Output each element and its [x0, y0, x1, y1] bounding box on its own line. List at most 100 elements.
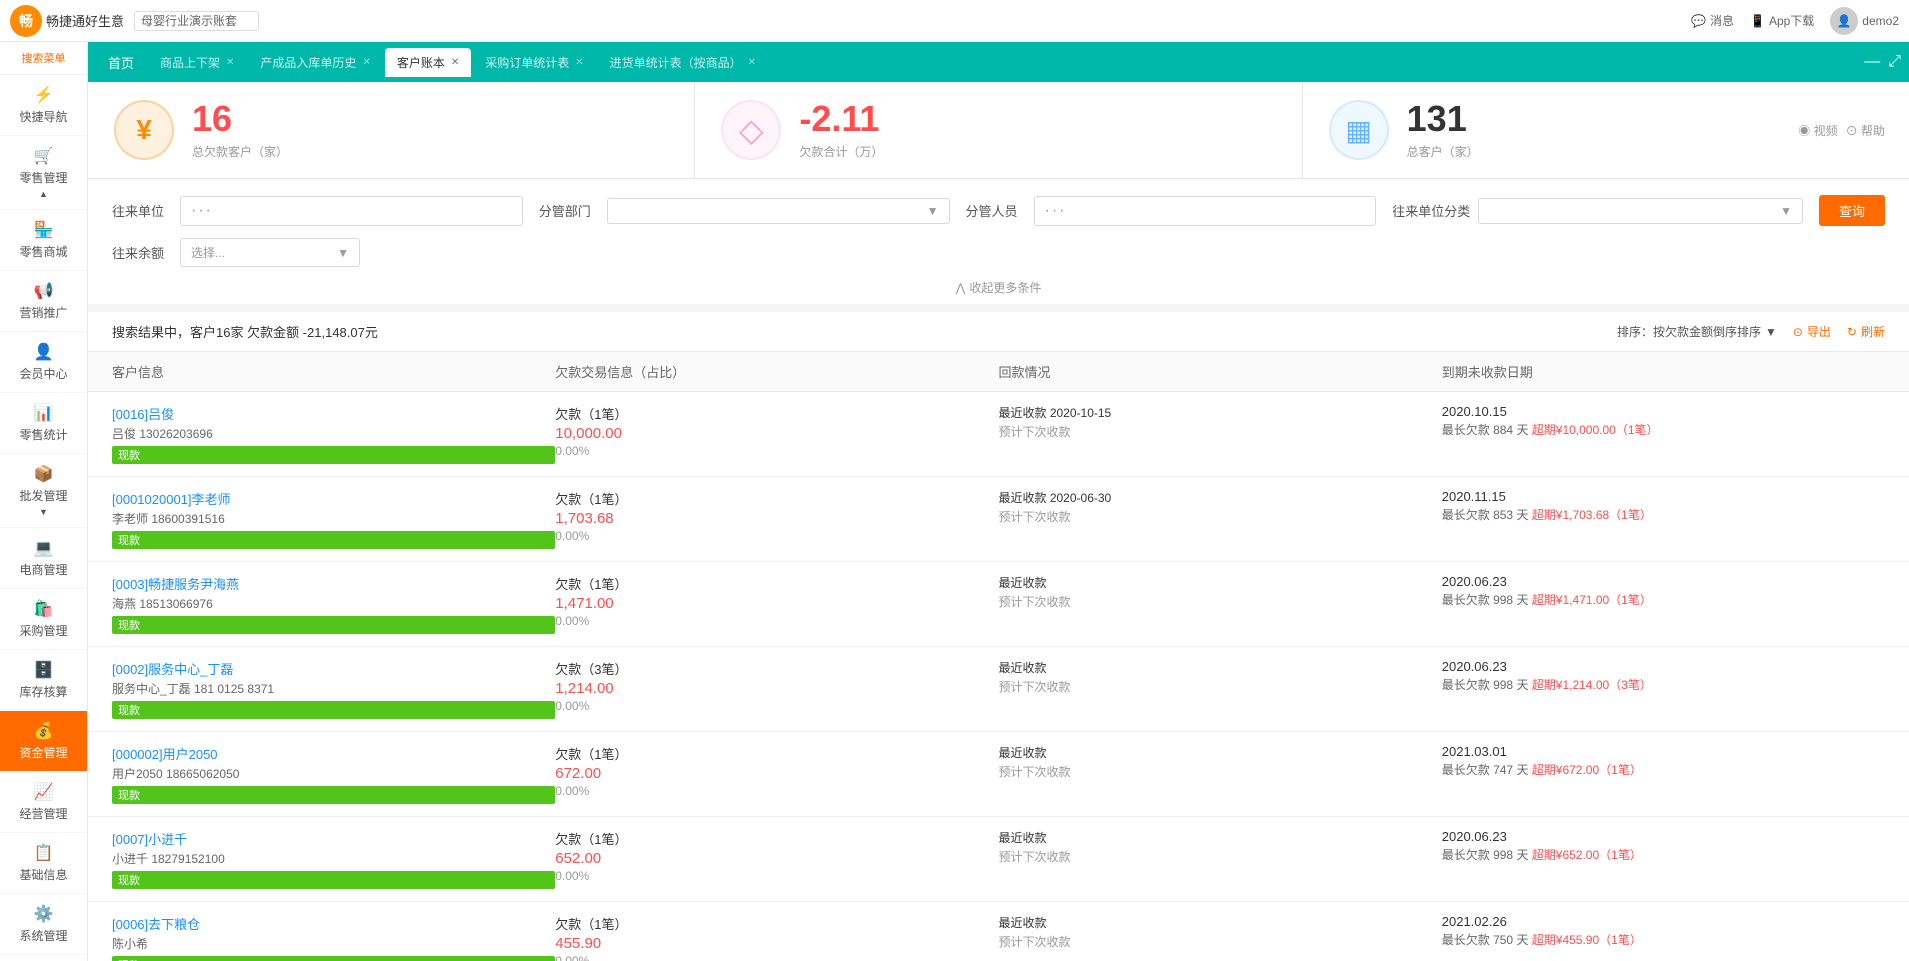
message-icon: 💬 [1691, 14, 1706, 28]
overdue-link[interactable]: 超期¥1,471.00（1笔） [1532, 593, 1652, 607]
close-icon[interactable]: ✕ [748, 57, 756, 68]
result-summary: 搜索结果中，客户16家 欠款金额 -21,148.07元 [112, 322, 378, 341]
overdue-link[interactable]: 超期¥672.00（1笔） [1532, 763, 1642, 777]
tab-purchase-order[interactable]: 采购订单统计表 ✕ [473, 48, 595, 77]
balance-select[interactable]: 选择... ▼ [180, 238, 360, 267]
app-download-button[interactable]: 📱 App下载 [1750, 12, 1814, 29]
sort-button[interactable]: 排序：按欠款金额倒序排序 ▼ [1617, 323, 1777, 340]
total-customers-icon: ▦ [1329, 100, 1389, 160]
purchase-mgmt-icon: 🛍️ [34, 599, 54, 619]
last-payment: 最近收款 [999, 914, 1442, 931]
client-tag: 现款 [112, 786, 555, 804]
tab-product-history[interactable]: 产成品入库单历史 ✕ [248, 48, 382, 77]
branch-select[interactable]: ▼ [607, 198, 950, 224]
sidebar-item-ecom-mgmt[interactable]: 💻 电商管理 [0, 528, 87, 589]
due-info: 2020.10.15 最长欠款 884 天 超期¥10,000.00（1笔） [1442, 404, 1885, 438]
tab-product-shelf[interactable]: 商品上下架 ✕ [148, 48, 246, 77]
client-name-link[interactable]: [0003]畅捷服务尹海燕 [112, 574, 555, 593]
source-unit-input[interactable]: ··· [180, 196, 523, 226]
sidebar-item-sys-mgmt[interactable]: ⚙️ 系统管理 [0, 894, 87, 955]
overdue-link[interactable]: 超期¥10,000.00（1笔） [1532, 423, 1659, 437]
sidebar-item-finance-mgmt[interactable]: 💰 资金管理 [0, 711, 87, 772]
search-row-1: 往来单位 ··· 分管部门 ▼ [112, 195, 1885, 226]
expand-icon[interactable]: ⤢ [1888, 53, 1901, 71]
client-phone: 陈小希 [112, 935, 555, 952]
client-name-link[interactable]: [0016]吕俊 [112, 404, 555, 423]
video-button[interactable]: ◉ 视频 [1798, 122, 1837, 139]
biz-mgmt-icon: 📈 [34, 782, 54, 802]
tab-home[interactable]: 首页 [96, 47, 146, 78]
close-icon[interactable]: ✕ [575, 57, 583, 68]
stat-value-area-3: 131 总客户（家） [1407, 101, 1479, 160]
last-payment: 最近收款 [999, 574, 1442, 591]
overdue-link[interactable]: 超期¥455.90（1笔） [1532, 933, 1642, 947]
sidebar-search[interactable]: 搜索菜单 [0, 42, 87, 75]
sidebar-item-biz-mgmt[interactable]: 📈 经营管理 [0, 772, 87, 833]
help-button[interactable]: ⊙ 帮助 [1846, 122, 1885, 139]
user-avatar-area[interactable]: 👤 demo2 [1830, 7, 1899, 35]
client-name-link[interactable]: [0001020001]李老师 [112, 489, 555, 508]
collapse-button[interactable]: ⋀ 收起更多条件 [956, 279, 1042, 296]
table-row: [0002]服务中心_丁磊 服务中心_丁磊 181 0125 8371 现款 欠… [88, 647, 1909, 732]
sidebar-item-marketing[interactable]: 📢 营销推广 [0, 271, 87, 332]
overdue-link[interactable]: 超期¥1,703.68（1笔） [1532, 508, 1652, 522]
debt-count: 欠款（1笔） [555, 829, 998, 848]
due-info: 2020.06.23 最长欠款 998 天 超期¥652.00（1笔） [1442, 829, 1885, 863]
top-bar-right: 💬 消息 📱 App下载 👤 demo2 [1691, 7, 1899, 35]
sidebar-item-member[interactable]: 👤 会员中心 [0, 332, 87, 393]
search-field-manager: 分管人员 ··· [966, 196, 1377, 226]
stat-icon-area-3: ▦ [1327, 98, 1391, 162]
debt-percent: 0.00% [555, 614, 998, 628]
stat-card-overdue-amount: ◇ -2.11 欠款合计（万） [695, 82, 1302, 178]
sidebar-item-purchase-mgmt[interactable]: 🛍️ 采购管理 [0, 589, 87, 650]
overdue-amount-value: -2.11 [799, 101, 883, 137]
sidebar-item-batch-mgmt[interactable]: 📦 批发管理 ▼ [0, 454, 87, 528]
client-name-link[interactable]: [0007]小进千 [112, 829, 555, 848]
close-icon[interactable]: ✕ [451, 57, 459, 68]
client-name-link[interactable]: [000002]用户2050 [112, 744, 555, 763]
company-select[interactable]: 母婴行业演示账套 [134, 11, 259, 31]
sidebar-item-basic-info[interactable]: 📋 基础信息 [0, 833, 87, 894]
result-bar: 搜索结果中，客户16家 欠款金额 -21,148.07元 排序：按欠款金额倒序排… [88, 312, 1909, 352]
tab-customer-account[interactable]: 客户账本 ✕ [385, 48, 471, 77]
minus-icon[interactable]: — [1864, 53, 1880, 71]
sidebar-item-retail-stat[interactable]: 📊 零售统计 [0, 393, 87, 454]
client-tag: 现款 [112, 956, 555, 961]
due-info: 2020.06.23 最长欠款 998 天 超期¥1,471.00（1笔） [1442, 574, 1885, 608]
debt-count: 欠款（1笔） [555, 744, 998, 763]
search-field-unit-category: 往来单位分类 ▼ [1392, 198, 1803, 224]
client-name-link[interactable]: [0006]去下粮仓 [112, 914, 555, 933]
debt-info: 欠款（1笔） 455.90 0.00% [555, 914, 998, 961]
sidebar-item-retail-mgmt[interactable]: 🛒 零售管理 ▲ [0, 136, 87, 210]
client-info: [0016]吕俊 吕俊 13026203696 现款 [112, 404, 555, 464]
unit-category-select[interactable]: ▼ [1478, 198, 1803, 224]
refresh-button[interactable]: ↻ 刷新 [1847, 323, 1885, 340]
chevron-down-icon-sort: ▼ [1765, 325, 1777, 339]
tab-purchase-stat[interactable]: 进货单统计表（按商品） ✕ [598, 48, 768, 77]
table-row: [0007]小进千 小进千 18279152100 现款 欠款（1笔） 652.… [88, 817, 1909, 902]
recovery-info: 最近收款 预计下次收款 [999, 914, 1442, 950]
next-payment: 预计下次收款 [999, 848, 1442, 865]
sidebar-item-inventory[interactable]: 🗄️ 库存核算 [0, 650, 87, 711]
message-button[interactable]: 💬 消息 [1691, 12, 1734, 29]
overdue-customers-icon: ¥ [114, 100, 174, 160]
debt-info: 欠款（1笔） 652.00 0.00% [555, 829, 998, 883]
sidebar-item-corp-coop[interactable]: 🤝 企业协同 [0, 955, 87, 961]
client-tag: 现款 [112, 701, 555, 719]
logo-text: 畅捷通好生意 [46, 11, 124, 30]
overdue-link[interactable]: 超期¥1,214.00（3笔） [1532, 678, 1652, 692]
sidebar-item-retail-mall[interactable]: 🏪 零售商城 [0, 210, 87, 271]
export-button[interactable]: ⊙ 导出 [1793, 323, 1831, 340]
app-wrapper: 畅 畅捷通好生意 母婴行业演示账套 💬 消息 📱 App下载 👤 demo2 [0, 0, 1909, 961]
close-icon[interactable]: ✕ [226, 57, 234, 68]
client-name-link[interactable]: [0002]服务中心_丁磊 [112, 659, 555, 678]
client-phone: 吕俊 13026203696 [112, 425, 555, 442]
search-button[interactable]: 查询 [1819, 195, 1885, 226]
client-info: [000002]用户2050 用户2050 18665062050 现款 [112, 744, 555, 804]
manager-input[interactable]: ··· [1034, 196, 1377, 226]
client-info: [0006]去下粮仓 陈小希 现款 [112, 914, 555, 961]
close-icon[interactable]: ✕ [362, 57, 370, 68]
overdue-link[interactable]: 超期¥652.00（1笔） [1532, 848, 1642, 862]
sidebar-item-quick-nav[interactable]: ⚡ 快捷导航 [0, 75, 87, 136]
debt-percent: 0.00% [555, 699, 998, 713]
